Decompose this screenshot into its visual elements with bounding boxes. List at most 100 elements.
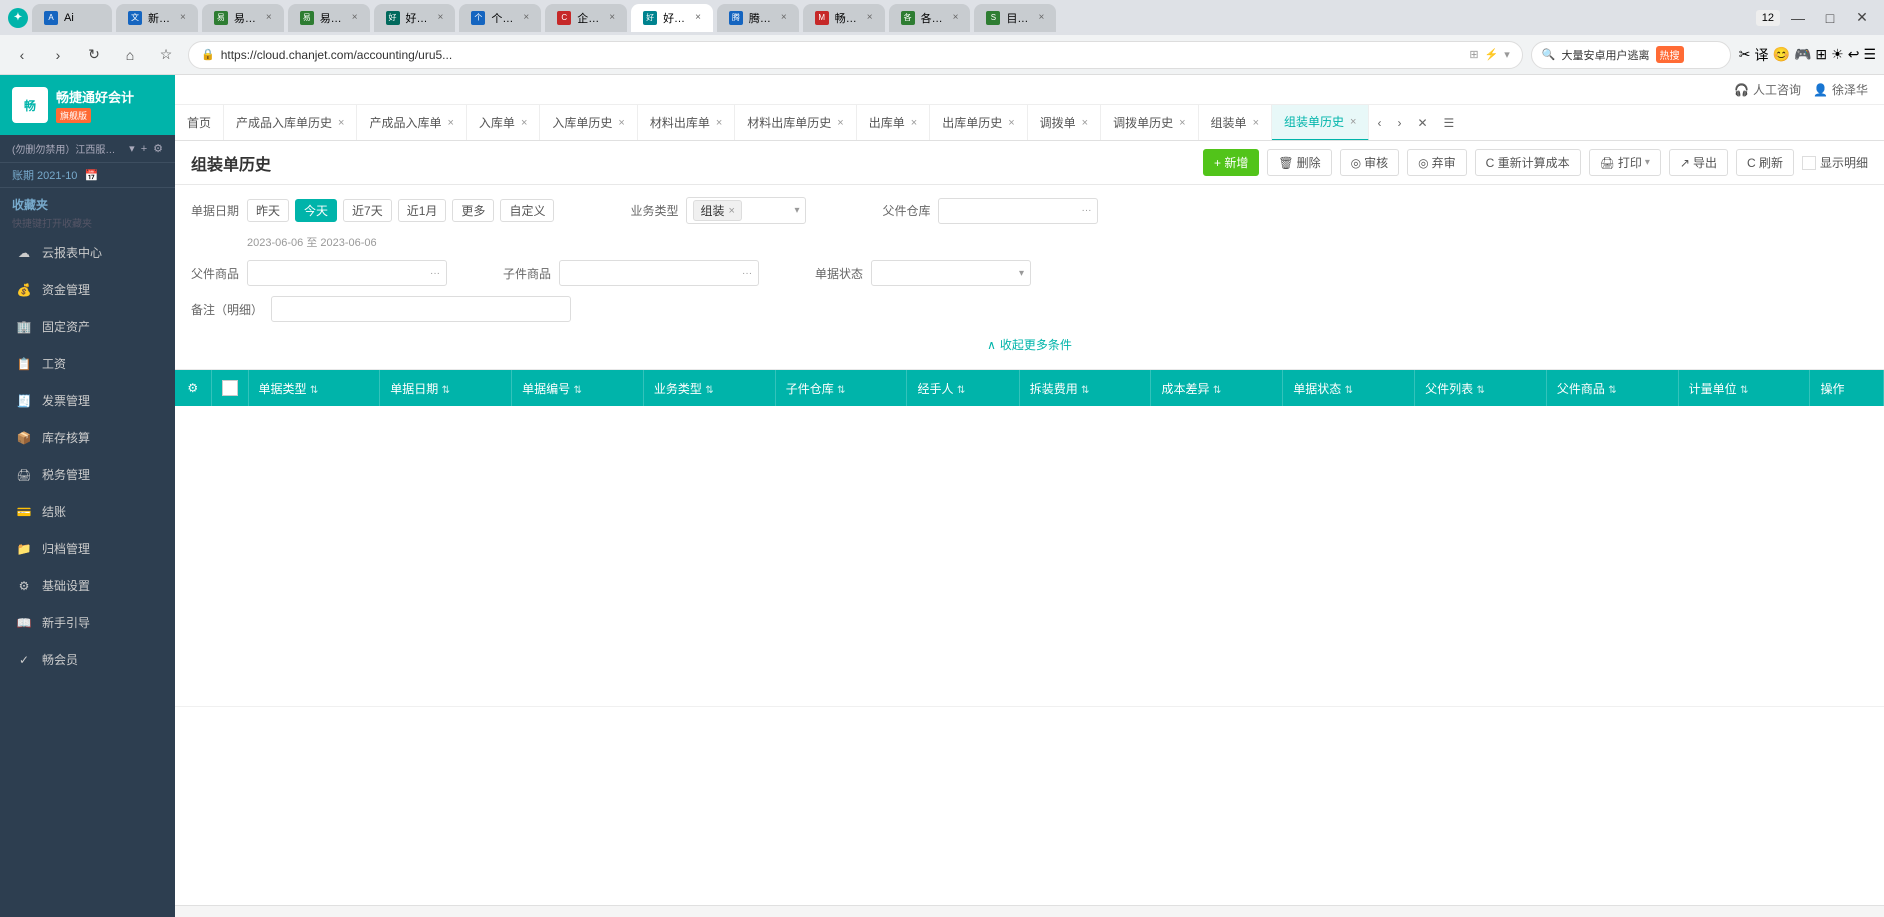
abandon-button[interactable]: ◎ 弃审 [1407,149,1467,176]
tab-material-outbound-history[interactable]: 材料出库单历史 × [735,105,856,141]
tab-outbound[interactable]: 出库单 × [857,105,930,141]
parent-goods-input[interactable]: ··· [247,260,447,286]
th-doc-status[interactable]: 单据状态 ⇅ [1283,370,1415,406]
week-btn[interactable]: 近7天 [343,199,392,222]
tab-close-transfer-history[interactable]: × [1179,117,1185,129]
tab-close-assembly[interactable]: × [1253,117,1259,129]
back-button[interactable]: ‹ [8,41,36,69]
th-doc-type[interactable]: 单据类型 ⇅ [248,370,380,406]
tab-assembly[interactable]: 组装单 × [1199,105,1272,141]
custom-btn[interactable]: 自定义 [500,199,554,222]
tab-close-material-outbound-history[interactable]: × [837,117,843,129]
horizontal-scrollbar[interactable] [175,905,1884,917]
remark-input[interactable] [271,296,571,322]
th-cost-variance[interactable]: 成本差异 ⇅ [1151,370,1283,406]
tab-inbound-history[interactable]: 入库单历史 × [540,105,637,141]
display-detail-checkbox[interactable] [1802,156,1816,170]
sidebar-item-member[interactable]: ✓ 畅会员 [0,641,175,678]
th-disassemble-fee[interactable]: 拆装费用 ⇅ [1019,370,1151,406]
parent-warehouse-input[interactable]: ··· [938,198,1098,224]
company-selector[interactable]: (勿删勿禁用）江西服宝测试专用 ▾ + ⚙ [0,135,175,163]
tab-close-1[interactable]: × [180,12,186,23]
audit-button[interactable]: ◎ 审核 [1340,149,1400,176]
tag-close-btn[interactable]: × [728,205,734,217]
menu-icon[interactable]: ☰ [1863,46,1876,63]
scissors-icon[interactable]: ✂ [1739,46,1751,63]
th-doc-date[interactable]: 单据日期 ⇅ [380,370,512,406]
today-btn[interactable]: 今天 [295,199,337,222]
month-btn[interactable]: 近1月 [398,199,447,222]
tab-close-3[interactable]: × [352,12,358,23]
tab-close-assembly-history[interactable]: × [1350,116,1356,128]
tab-settings-menu[interactable]: ☰ [1436,105,1463,141]
sidebar-item-cloud-reports[interactable]: ☁ 云报表中心 [0,234,175,271]
th-parent-list[interactable]: 父件列表 ⇅ [1415,370,1547,406]
refresh-button[interactable]: ↻ [80,41,108,69]
business-type-input[interactable]: 组装 × ▾ [686,197,806,224]
tab-close-material-outbound[interactable]: × [716,117,722,129]
tab-close-5[interactable]: × [523,12,529,23]
tab-right-arrow[interactable]: › [1389,105,1409,141]
search-bar[interactable]: 🔍 大量安卓用户逃离 热搜 [1531,41,1731,69]
browser-tab-10[interactable]: 各 各… × [889,4,971,32]
browser-tab-11[interactable]: S 目… × [974,4,1056,32]
grid-icon[interactable]: ⊞ [1815,46,1827,63]
browser-tab-1[interactable]: 文 新… × [116,4,198,32]
th-parent-goods[interactable]: 父件商品 ⇅ [1546,370,1678,406]
user-profile-btn[interactable]: 👤 徐泽华 [1813,81,1868,98]
browser-tab-4[interactable]: 好 好… × [374,4,456,32]
child-goods-input[interactable]: ··· [559,260,759,286]
tab-close-finished-goods-history[interactable]: × [338,117,344,129]
refresh-button-page[interactable]: C 刷新 [1736,149,1794,176]
header-checkbox[interactable] [222,380,238,396]
browser-tab-3[interactable]: 易 易… × [288,4,370,32]
browser-tab-2[interactable]: 易 易… × [202,4,284,32]
tab-close-finished-goods[interactable]: × [447,117,453,129]
child-goods-dots[interactable]: ··· [742,268,752,279]
forward-button[interactable]: › [44,41,72,69]
browser-tab-8[interactable]: 腾 腾… × [717,4,799,32]
tab-left-arrow[interactable]: ‹ [1369,105,1389,141]
tab-home[interactable]: 首页 [175,105,224,141]
browser-tab-7[interactable]: 好 好… × [631,4,713,32]
dots-btn[interactable]: ··· [1081,205,1091,216]
tab-close-inbound[interactable]: × [521,117,527,129]
collapse-button[interactable]: ∧ 收起更多条件 [983,332,1076,357]
parent-goods-dots[interactable]: ··· [430,268,440,279]
address-bar[interactable]: 🔒 https://cloud.chanjet.com/accounting/u… [188,41,1523,69]
export-button[interactable]: ↗ 导出 [1669,149,1728,176]
tab-close-outbound[interactable]: × [911,117,917,129]
more-btn[interactable]: 更多 [452,199,494,222]
print-button[interactable]: 🖨 打印 ▾ [1589,149,1661,176]
sidebar-item-inventory[interactable]: 📦 库存核算 [0,419,175,456]
tab-close-outbound-history[interactable]: × [1008,117,1014,129]
tab-assembly-history[interactable]: 组装单历史 × [1272,105,1369,141]
tab-close-7[interactable]: × [695,12,701,23]
tab-transfer[interactable]: 调拨单 × [1028,105,1101,141]
theme-icon[interactable]: ☀ [1831,46,1844,63]
window-maximize[interactable]: □ [1816,4,1844,32]
tab-close-11[interactable]: × [1038,12,1044,23]
delete-button[interactable]: 🗑 删除 [1267,149,1331,176]
sidebar-item-payroll[interactable]: 📋 工资 [0,345,175,382]
sidebar-item-tax[interactable]: 🖨 税务管理 [0,456,175,493]
tab-close-10[interactable]: × [953,12,959,23]
window-close[interactable]: ✕ [1848,4,1876,32]
home-button[interactable]: ⌂ [116,41,144,69]
th-handler[interactable]: 经手人 ⇅ [907,370,1019,406]
browser-tab-0[interactable]: A Ai [32,4,112,32]
customer-service-btn[interactable]: 🎧 人工咨询 [1734,81,1801,98]
sidebar-item-closing[interactable]: 💳 结账 [0,493,175,530]
th-settings[interactable]: ⚙ [175,370,211,406]
sidebar-item-settings[interactable]: ⚙ 基础设置 [0,567,175,604]
translate-icon[interactable]: 译 [1755,45,1769,65]
bookmark-button[interactable]: ☆ [152,41,180,69]
browser-tab-9[interactable]: M 畅… × [803,4,885,32]
tab-inbound[interactable]: 入库单 × [467,105,540,141]
sidebar-item-guide[interactable]: 📖 新手引导 [0,604,175,641]
sidebar-item-fixed-assets[interactable]: 🏢 固定资产 [0,308,175,345]
browser-tab-6[interactable]: C 企… × [545,4,627,32]
yesterday-btn[interactable]: 昨天 [247,199,289,222]
tab-close-6[interactable]: × [609,12,615,23]
tab-close-4[interactable]: × [438,12,444,23]
